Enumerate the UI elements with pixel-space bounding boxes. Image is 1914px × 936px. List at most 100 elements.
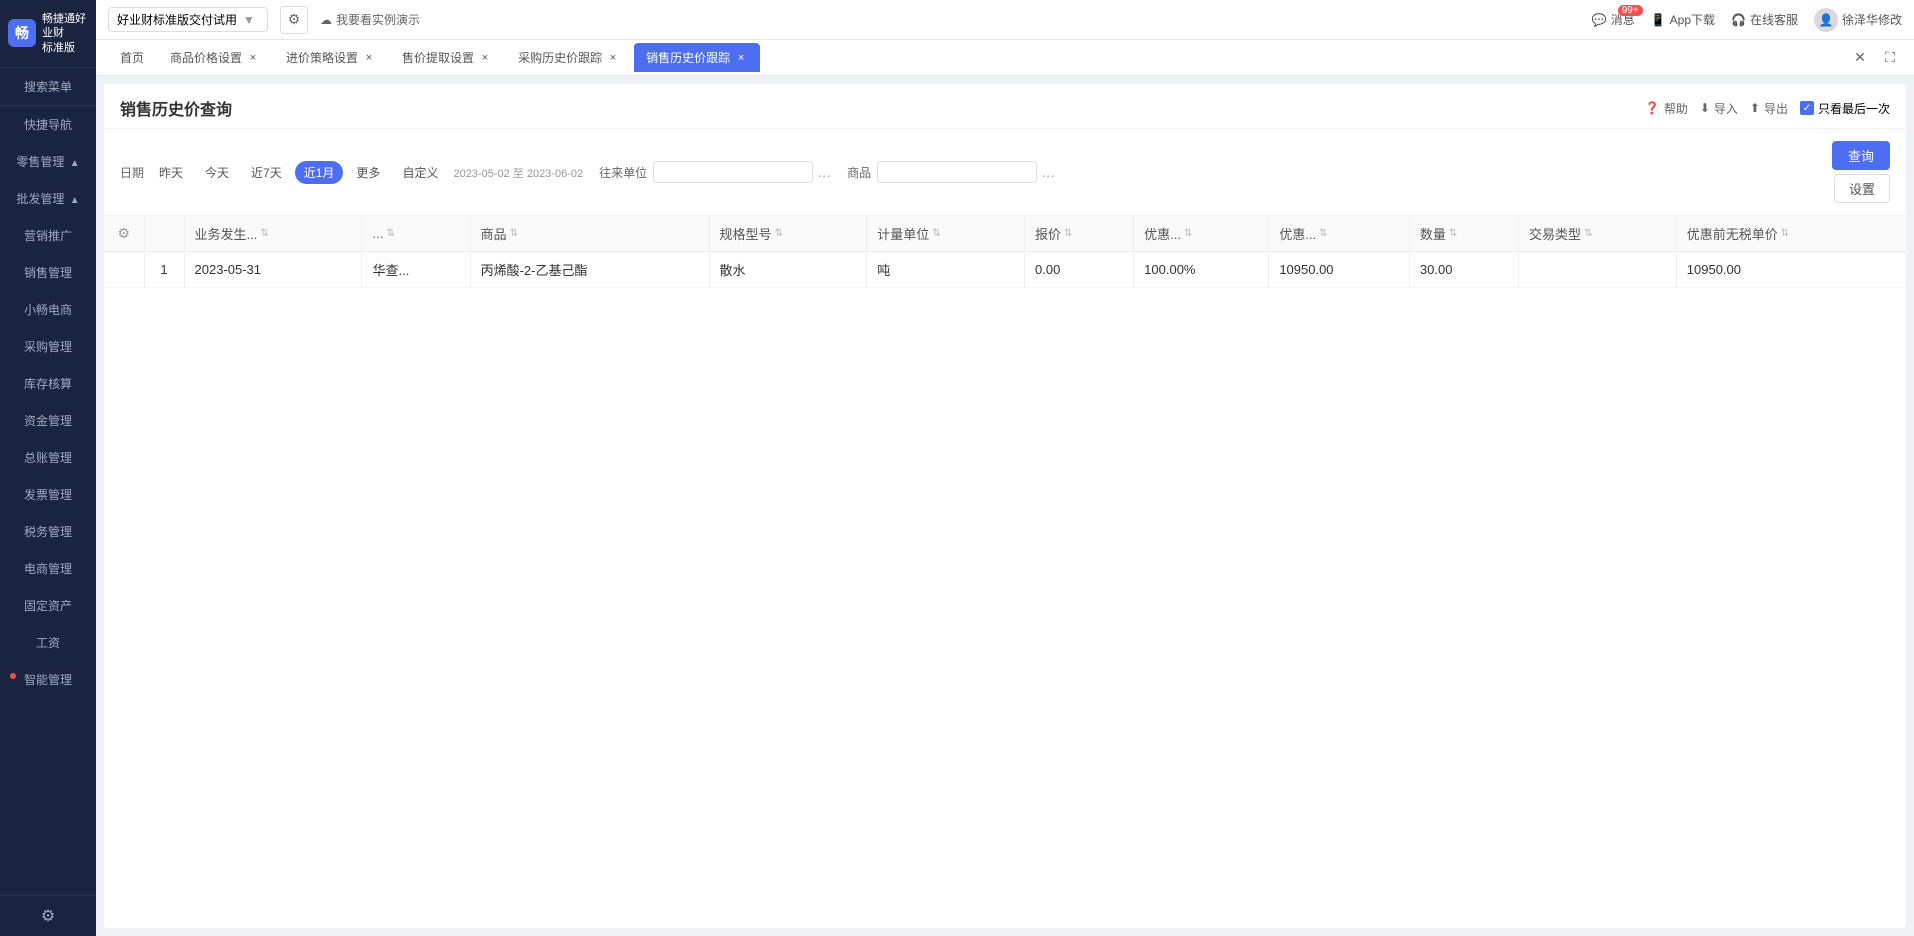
app-download-btn[interactable]: 📱 App下载 [1651,11,1715,28]
th-gear[interactable]: ⚙ [104,216,144,252]
tab-price-extract-label: 售价提取设置 [402,49,474,66]
row-discount-pct: 100.00% [1134,252,1269,288]
message-btn[interactable]: 💬 消息 99+ [1592,11,1635,28]
th-trans-type-label: 交易类型 [1529,224,1581,243]
sort-pretax-price-icon: ⇅ [1781,228,1789,239]
tab-purchase-strategy[interactable]: 进价策略设置 × [274,43,388,72]
product-dots-btn[interactable]: … [1041,164,1055,180]
sidebar-item-ledger[interactable]: 总账管理 [0,439,96,476]
tab-home[interactable]: 首页 [108,43,156,72]
sidebar-item-finance[interactable]: 资金管理 [0,402,96,439]
th-price[interactable]: 报价 ⇅ [1025,216,1134,252]
topbar-gear-btn[interactable]: ⚙ [280,6,308,34]
user-menu[interactable]: 👤 徐泽华修改 [1814,8,1902,32]
tab-purchase-history[interactable]: 采购历史价跟踪 × [506,43,632,72]
product-input-group: … [877,161,1055,183]
tab-price[interactable]: 商品价格设置 × [158,43,272,72]
row-pretax-price: 10950.00 [1676,252,1906,288]
import-btn[interactable]: ⬇ 导入 [1700,100,1738,117]
tabs-right: ✕ ⛶ [1848,46,1902,70]
product-input[interactable] [877,161,1037,183]
page-content: 销售历史价查询 ❓ 帮助 ⬇ 导入 ⬆ 导出 ✓ 只看最后一次 [104,84,1906,928]
workspace-name: 好业财标准版交付试用 [117,11,237,28]
topbar: 好业财标准版交付试用 ▼ ⚙ ☁ 我要看实例演示 💬 消息 99+ 📱 App下… [96,0,1914,40]
setting-button[interactable]: 设置 [1834,174,1890,203]
sort-discount-amt-icon: ⇅ [1319,228,1327,239]
demo-btn[interactable]: ☁ 我要看实例演示 [320,11,420,28]
sort-date-icon: ⇅ [260,228,268,239]
sidebar-settings-btn[interactable]: ⚙ [0,895,96,936]
sidebar-search[interactable]: 搜索菜单 [0,68,96,106]
sidebar-item-payroll[interactable]: 工资 [0,624,96,661]
th-qty[interactable]: 数量 ⇅ [1409,216,1518,252]
th-unit-label: 计量单位 [877,224,929,243]
date-btn-today[interactable]: 今天 [196,161,238,184]
tab-price-extract[interactable]: 售价提取设置 × [390,43,504,72]
th-spec[interactable]: 规格型号 ⇅ [709,216,867,252]
tab-price-close[interactable]: × [246,51,260,65]
date-btn-custom[interactable]: 自定义 [393,161,447,184]
tab-purchase-history-close[interactable]: × [606,51,620,65]
sidebar-item-ecommerce[interactable]: 电商管理 [0,550,96,587]
th-date[interactable]: 业务发生... ⇅ [184,216,362,252]
sort-spec-icon: ⇅ [775,228,783,239]
date-btn-more[interactable]: 更多 [347,161,389,184]
tab-sales-history-close[interactable]: × [734,51,748,65]
th-pretax-price[interactable]: 优惠前无税单价 ⇅ [1676,216,1906,252]
sidebar-item-quicknav[interactable]: 快捷导航 [0,106,96,143]
query-button[interactable]: 查询 [1832,141,1890,170]
sidebar-item-purchase[interactable]: 采购管理 [0,328,96,365]
date-btn-last7[interactable]: 近7天 [242,161,291,184]
sidebar-item-smart[interactable]: 智能管理 [0,661,96,698]
tab-price-extract-close[interactable]: × [478,51,492,65]
th-discount-pct[interactable]: 优惠... ⇅ [1134,216,1269,252]
column-gear-icon[interactable]: ⚙ [117,225,130,241]
tab-close-btn[interactable]: ✕ [1848,46,1872,70]
sidebar-item-retail[interactable]: 零售管理 ▲ [0,143,96,180]
client-input[interactable] [653,161,813,183]
th-discount-pct-label: 优惠... [1144,224,1181,243]
sidebar-item-sales[interactable]: 销售管理 [0,254,96,291]
tab-purchase-strategy-close[interactable]: × [362,51,376,65]
wholesale-arrow: ▲ [70,195,80,206]
help-btn[interactable]: ❓ 帮助 [1645,100,1688,117]
sidebar-item-inventory[interactable]: 库存核算 [0,365,96,402]
th-discount-amt[interactable]: 优惠... ⇅ [1269,216,1410,252]
sidebar-item-invoice[interactable]: 发票管理 [0,476,96,513]
row-date: 2023-05-31 [184,252,362,288]
logo-icon: 畅 [8,19,36,47]
th-extra[interactable]: ... ⇅ [362,216,470,252]
sidebar: 畅 畅捷通好业财 标准版 搜索菜单 快捷导航 零售管理 ▲ 批发管理 ▲ 营销推… [0,0,96,936]
page-header-actions: ❓ 帮助 ⬇ 导入 ⬆ 导出 ✓ 只看最后一次 [1645,100,1890,117]
export-btn[interactable]: ⬆ 导出 [1750,100,1788,117]
row-extra: 华查... [362,252,470,288]
client-dots-btn[interactable]: … [817,164,831,180]
th-product[interactable]: 商品 ⇅ [470,216,709,252]
sidebar-item-ecommerce-small[interactable]: 小畅电商 [0,291,96,328]
th-pretax-price-label: 优惠前无税单价 [1687,224,1778,243]
sort-qty-icon: ⇅ [1449,228,1457,239]
date-range-display: 2023-05-02 至 2023-06-02 [453,165,583,181]
tab-expand-btn[interactable]: ⛶ [1878,46,1902,70]
date-btn-last1m[interactable]: 近1月 [295,161,344,184]
app-download-label: App下载 [1670,11,1715,28]
only-last-checkbox[interactable]: ✓ 只看最后一次 [1800,100,1890,117]
th-unit[interactable]: 计量单位 ⇅ [867,216,1025,252]
sidebar-item-marketing[interactable]: 营销推广 [0,217,96,254]
date-label: 日期 [120,164,144,181]
th-product-label: 商品 [481,224,507,243]
sidebar-item-assets[interactable]: 固定资产 [0,587,96,624]
th-trans-type[interactable]: 交易类型 ⇅ [1519,216,1677,252]
gear-icon: ⚙ [288,11,301,28]
row-spec: 散水 [709,252,867,288]
date-btn-yesterday[interactable]: 昨天 [150,161,192,184]
service-btn[interactable]: 🎧 在线客服 [1731,11,1798,28]
workspace-selector[interactable]: 好业财标准版交付试用 ▼ [108,7,268,32]
import-label: 导入 [1714,100,1738,117]
data-table: ⚙ 业务发生... ⇅ ... ⇅ [104,216,1906,288]
tab-sales-history[interactable]: 销售历史价跟踪 × [634,43,760,72]
tab-price-label: 商品价格设置 [170,49,242,66]
sidebar-item-wholesale[interactable]: 批发管理 ▲ [0,180,96,217]
sidebar-item-tax[interactable]: 税务管理 [0,513,96,550]
message-icon: 💬 [1592,13,1607,27]
